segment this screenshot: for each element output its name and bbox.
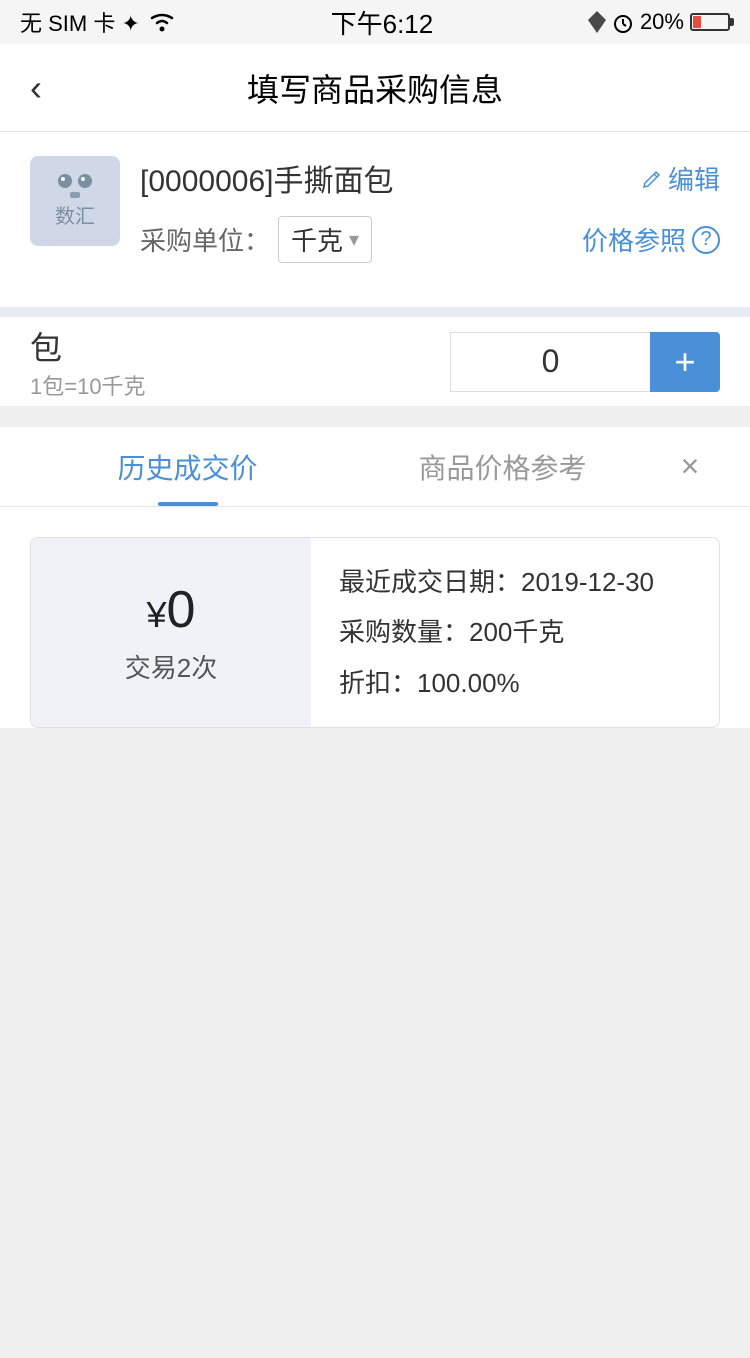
purchase-qty-row: 采购数量：200千克 — [339, 614, 691, 650]
price-card-left: ¥0 交易2次 — [31, 538, 311, 727]
quantity-input-block: 0 + — [210, 332, 720, 392]
quantity-input[interactable]: 0 — [450, 332, 650, 392]
price-ref-label: 价格参照 — [582, 221, 686, 258]
recent-date-value: 2019-12-30 — [521, 567, 654, 597]
wifi-icon — [148, 12, 176, 32]
purchase-qty-value: 200千克 — [469, 617, 564, 647]
price-ref-help-icon: ? — [692, 226, 720, 254]
page-bottom — [0, 758, 750, 1358]
quantity-plus-button[interactable]: + — [650, 332, 720, 392]
tab-section: 历史成交价 商品价格参考 × ¥0 交易2次 最近成交日期：2019-12-30… — [0, 427, 750, 728]
discount-row: 折扣：100.00% — [339, 665, 691, 701]
price-card: ¥0 交易2次 最近成交日期：2019-12-30 采购数量：200千克 折扣：… — [30, 537, 720, 728]
quantity-unit-sub: 1包=10千克 — [30, 369, 210, 401]
quantity-unit-main: 包 — [30, 323, 210, 369]
product-name-row: [0000006]手撕面包 编辑 — [140, 156, 720, 200]
back-button[interactable]: ‹ — [30, 67, 90, 109]
currency-symbol: ¥ — [147, 594, 167, 635]
page-title: 填写商品采购信息 — [247, 65, 503, 111]
product-name: [0000006]手撕面包 — [140, 156, 393, 200]
unit-label: 采购单位： — [140, 221, 270, 258]
product-unit-row: 采购单位： 千克 ▾ 价格参照 ? — [140, 216, 720, 263]
product-card: 数汇 [0000006]手撕面包 编辑 采购单位： 千克 — [0, 132, 750, 307]
product-thumbnail: 数汇 — [30, 156, 120, 246]
recent-date-row: 最近成交日期：2019-12-30 — [339, 564, 691, 600]
quantity-label-block: 包 1包=10千克 — [30, 323, 210, 401]
tab-header: 历史成交价 商品价格参考 × — [0, 427, 750, 507]
alarm-icon — [612, 11, 634, 33]
status-right: 20% — [588, 9, 730, 35]
purchase-qty-label: 采购数量： — [339, 617, 469, 647]
unit-dropdown-arrow: ▾ — [349, 227, 359, 252]
nav-bar: ‹ 填写商品采购信息 — [0, 44, 750, 132]
location-icon — [588, 11, 606, 33]
edit-label: 编辑 — [668, 160, 720, 197]
product-info: [0000006]手撕面包 编辑 采购单位： 千克 ▾ — [140, 156, 720, 263]
unit-value: 千克 — [291, 221, 343, 258]
tab-history-price-label: 历史成交价 — [117, 447, 257, 487]
tab-close-button[interactable]: × — [660, 437, 720, 497]
recent-date-label: 最近成交日期： — [339, 567, 521, 597]
price-transactions: 交易2次 — [125, 648, 217, 685]
tab-product-price-ref-label: 商品价格参考 — [418, 447, 586, 487]
unit-selector[interactable]: 千克 ▾ — [278, 216, 372, 263]
edit-icon — [642, 167, 664, 189]
status-bar: 无 SIM 卡 ✦ 下午6:12 20% — [0, 0, 750, 44]
section-divider — [0, 307, 750, 317]
battery-percent: 20% — [640, 9, 684, 35]
signal-text: 无 SIM 卡 ✦ — [20, 6, 140, 38]
edit-button[interactable]: 编辑 — [642, 160, 720, 197]
status-time: 下午6:12 — [331, 4, 434, 41]
tab-history-price[interactable]: 历史成交价 — [30, 427, 345, 506]
price-ref-button[interactable]: 价格参照 ? — [582, 221, 720, 258]
price-card-right: 最近成交日期：2019-12-30 采购数量：200千克 折扣：100.00% — [311, 538, 719, 727]
discount-value: 100.00% — [417, 668, 520, 698]
discount-label: 折扣： — [339, 668, 417, 698]
price-amount: ¥0 — [147, 580, 196, 640]
price-value: 0 — [167, 581, 196, 639]
battery-icon — [690, 13, 730, 31]
tab-product-price-ref[interactable]: 商品价格参考 — [345, 427, 660, 506]
quantity-row: 包 1包=10千克 0 + — [0, 317, 750, 407]
product-header: 数汇 [0000006]手撕面包 编辑 采购单位： 千克 — [30, 156, 720, 263]
status-left: 无 SIM 卡 ✦ — [20, 6, 176, 38]
